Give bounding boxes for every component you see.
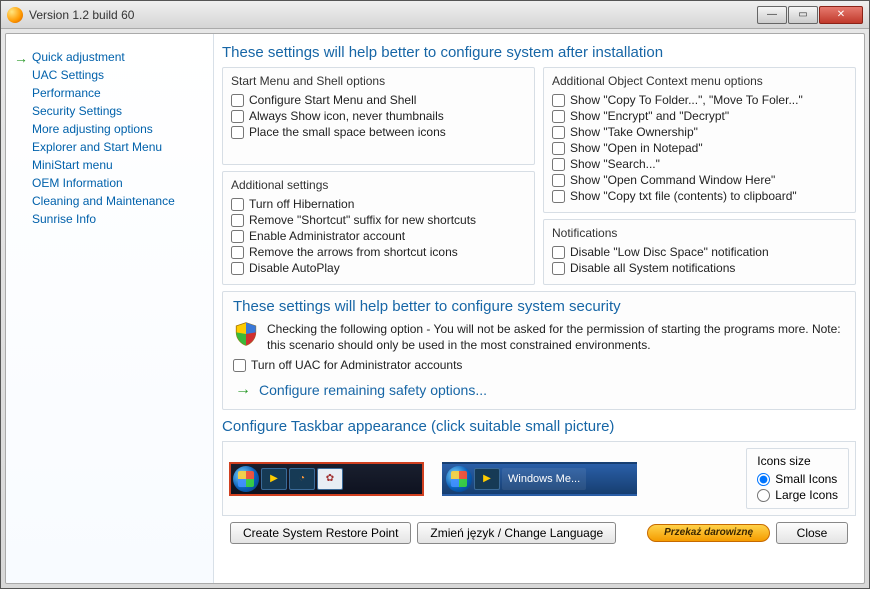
startmenu-checkbox[interactable]: Always Show icon, never thumbnails <box>231 108 526 124</box>
sidebar-item-explorer-and-start-menu[interactable]: Explorer and Start Menu <box>32 138 213 156</box>
checkbox-input[interactable] <box>552 174 565 187</box>
taskbar-option-dark[interactable]: ▶ ◔ ✿ <box>229 462 424 496</box>
arrow-right-icon: → <box>235 381 251 399</box>
startmenu-checkbox[interactable]: Configure Start Menu and Shell <box>231 92 526 108</box>
context-checkbox[interactable]: Show "Copy To Folder...", "Move To Foler… <box>552 92 847 108</box>
sidebar-item-uac-settings[interactable]: UAC Settings <box>32 66 213 84</box>
checkbox-uac-off[interactable]: Turn off UAC for Administrator accounts <box>233 357 845 373</box>
context-checkbox[interactable]: Show "Open Command Window Here" <box>552 172 847 188</box>
context-checkbox[interactable]: Show "Copy txt file (contents) to clipbo… <box>552 188 847 204</box>
radio-small-icons[interactable]: Small Icons <box>757 471 838 487</box>
checkbox-input[interactable] <box>552 190 565 203</box>
group-title: Notifications <box>552 226 847 240</box>
context-checkbox[interactable]: Show "Search..." <box>552 156 847 172</box>
minimize-button[interactable]: — <box>757 6 787 24</box>
checkbox-input[interactable] <box>231 110 244 123</box>
additional-checkbox[interactable]: Remove the arrows from shortcut icons <box>231 244 526 260</box>
additional-checkbox[interactable]: Remove "Shortcut" suffix for new shortcu… <box>231 212 526 228</box>
change-language-button[interactable]: Zmień język / Change Language <box>417 522 616 544</box>
sidebar-item-oem-information[interactable]: OEM Information <box>32 174 213 192</box>
startmenu-checkbox[interactable]: Place the small space between icons <box>231 124 526 140</box>
checkbox-input[interactable] <box>231 214 244 227</box>
checkbox-input[interactable] <box>233 359 246 372</box>
heading-security: These settings will help better to confi… <box>233 298 845 315</box>
window: Version 1.2 build 60 — ▭ ✕ Quick adjustm… <box>0 0 870 589</box>
sidebar: Quick adjustmentUAC SettingsPerformanceS… <box>6 34 214 583</box>
security-section: These settings will help better to confi… <box>222 291 856 410</box>
checkbox-input[interactable] <box>552 262 565 275</box>
restore-point-button[interactable]: Create System Restore Point <box>230 522 411 544</box>
sidebar-item-performance[interactable]: Performance <box>32 84 213 102</box>
group-title: Additional settings <box>231 178 526 192</box>
app-icon <box>7 7 23 23</box>
taskbar-section: ▶ ◔ ✿ ▶ Windows Me... Icons size Small I… <box>222 441 856 516</box>
notif-checkbox[interactable]: Disable all System notifications <box>552 260 847 276</box>
security-note: Checking the following option - You will… <box>267 321 845 353</box>
taskbar-app-icon: ✿ <box>317 468 343 490</box>
group-additional: Additional settings Turn off Hibernation… <box>222 171 535 285</box>
group-start-menu: Start Menu and Shell options Configure S… <box>222 67 535 165</box>
heading-config-system: These settings will help better to confi… <box>222 44 856 61</box>
context-checkbox[interactable]: Show "Take Ownership" <box>552 124 847 140</box>
taskbar-app-icon: ▶ <box>261 468 287 490</box>
titlebar: Version 1.2 build 60 — ▭ ✕ <box>1 1 869 29</box>
sidebar-item-cleaning-and-maintenance[interactable]: Cleaning and Maintenance <box>32 192 213 210</box>
close-button[interactable]: Close <box>776 522 848 544</box>
radio-input[interactable] <box>757 489 770 502</box>
checkbox-input[interactable] <box>552 110 565 123</box>
sidebar-item-sunrise-info[interactable]: Sunrise Info <box>32 210 213 228</box>
checkbox-input[interactable] <box>231 246 244 259</box>
taskbar-app-icon: ▶ <box>474 468 500 490</box>
start-orb-icon <box>446 466 472 492</box>
checkbox-input[interactable] <box>231 230 244 243</box>
sidebar-item-quick-adjustment[interactable]: Quick adjustment <box>32 48 213 66</box>
sidebar-item-ministart-menu[interactable]: MiniStart menu <box>32 156 213 174</box>
maximize-button[interactable]: ▭ <box>788 6 818 24</box>
group-title: Additional Object Context menu options <box>552 74 847 88</box>
radio-large-icons[interactable]: Large Icons <box>757 487 838 503</box>
checkbox-input[interactable] <box>231 262 244 275</box>
checkbox-input[interactable] <box>552 94 565 107</box>
link-safety-options[interactable]: → Configure remaining safety options... <box>233 381 845 399</box>
close-window-button[interactable]: ✕ <box>819 6 863 24</box>
taskbar-option-blue[interactable]: ▶ Windows Me... <box>442 462 637 496</box>
context-checkbox[interactable]: Show "Encrypt" and "Decrypt" <box>552 108 847 124</box>
radio-input[interactable] <box>757 473 770 486</box>
shield-icon <box>233 321 259 347</box>
additional-checkbox[interactable]: Enable Administrator account <box>231 228 526 244</box>
window-title: Version 1.2 build 60 <box>29 8 756 22</box>
group-title: Start Menu and Shell options <box>231 74 526 88</box>
group-icons-size: Icons size Small Icons Large Icons <box>746 448 849 509</box>
start-orb-icon <box>233 466 259 492</box>
sidebar-item-more-adjusting-options[interactable]: More adjusting options <box>32 120 213 138</box>
group-notifications: Notifications Disable "Low Disc Space" n… <box>543 219 856 285</box>
context-checkbox[interactable]: Show "Open in Notepad" <box>552 140 847 156</box>
checkbox-input[interactable] <box>552 158 565 171</box>
checkbox-input[interactable] <box>231 94 244 107</box>
additional-checkbox[interactable]: Turn off Hibernation <box>231 196 526 212</box>
footer: Create System Restore Point Zmień język … <box>222 516 856 550</box>
additional-checkbox[interactable]: Disable AutoPlay <box>231 260 526 276</box>
taskbar-app-label: Windows Me... <box>502 468 586 490</box>
heading-taskbar: Configure Taskbar appearance (click suit… <box>222 418 856 435</box>
group-context-menu: Additional Object Context menu options S… <box>543 67 856 213</box>
checkbox-input[interactable] <box>552 142 565 155</box>
checkbox-input[interactable] <box>231 126 244 139</box>
checkbox-input[interactable] <box>231 198 244 211</box>
donate-button[interactable]: Przekaż darowiznę <box>647 524 770 542</box>
checkbox-input[interactable] <box>552 246 565 259</box>
taskbar-app-icon: ◔ <box>289 468 315 490</box>
group-title: Icons size <box>757 454 838 468</box>
sidebar-item-security-settings[interactable]: Security Settings <box>32 102 213 120</box>
checkbox-input[interactable] <box>552 126 565 139</box>
main-panel: These settings will help better to confi… <box>214 34 864 583</box>
notif-checkbox[interactable]: Disable "Low Disc Space" notification <box>552 244 847 260</box>
